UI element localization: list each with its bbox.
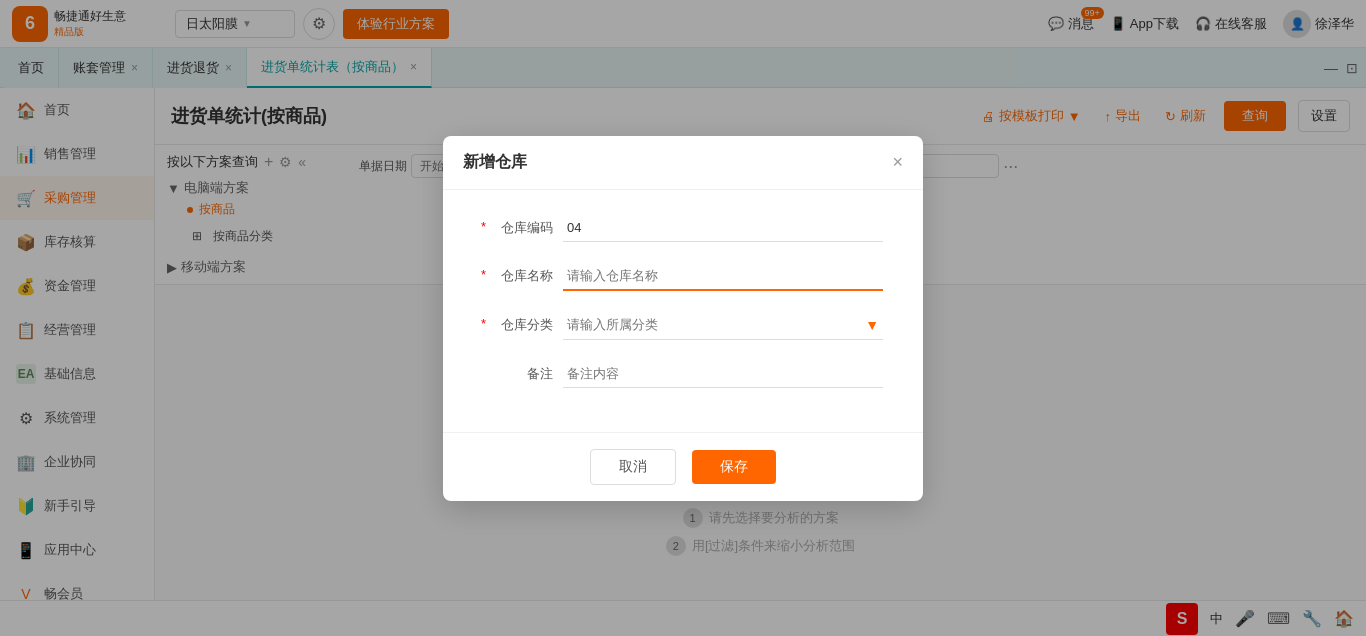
warehouse-note-label: 备注 — [483, 365, 563, 383]
add-warehouse-modal: 新增仓库 × 仓库编码 仓库名称 仓库分类 ▼ — [443, 136, 923, 501]
warehouse-name-row: 仓库名称 — [483, 262, 883, 291]
category-dropdown-arrow: ▼ — [865, 317, 879, 333]
warehouse-code-label: 仓库编码 — [483, 219, 563, 237]
save-button[interactable]: 保存 — [692, 450, 776, 484]
modal-body: 仓库编码 仓库名称 仓库分类 ▼ 备注 — [443, 190, 923, 432]
warehouse-name-input[interactable] — [563, 262, 883, 291]
modal-backdrop: 新增仓库 × 仓库编码 仓库名称 仓库分类 ▼ — [0, 0, 1366, 636]
warehouse-category-label: 仓库分类 — [483, 316, 563, 334]
warehouse-name-label: 仓库名称 — [483, 267, 563, 285]
modal-header: 新增仓库 × — [443, 136, 923, 190]
modal-close-button[interactable]: × — [892, 153, 903, 171]
warehouse-note-input[interactable] — [563, 360, 883, 388]
modal-title: 新增仓库 — [463, 152, 527, 173]
warehouse-category-select-wrapper[interactable]: ▼ — [563, 311, 883, 340]
cancel-button[interactable]: 取消 — [590, 449, 676, 485]
warehouse-note-row: 备注 — [483, 360, 883, 388]
warehouse-code-input[interactable] — [563, 214, 883, 242]
warehouse-category-input[interactable] — [567, 317, 865, 332]
warehouse-category-row: 仓库分类 ▼ — [483, 311, 883, 340]
warehouse-code-row: 仓库编码 — [483, 214, 883, 242]
modal-footer: 取消 保存 — [443, 432, 923, 501]
